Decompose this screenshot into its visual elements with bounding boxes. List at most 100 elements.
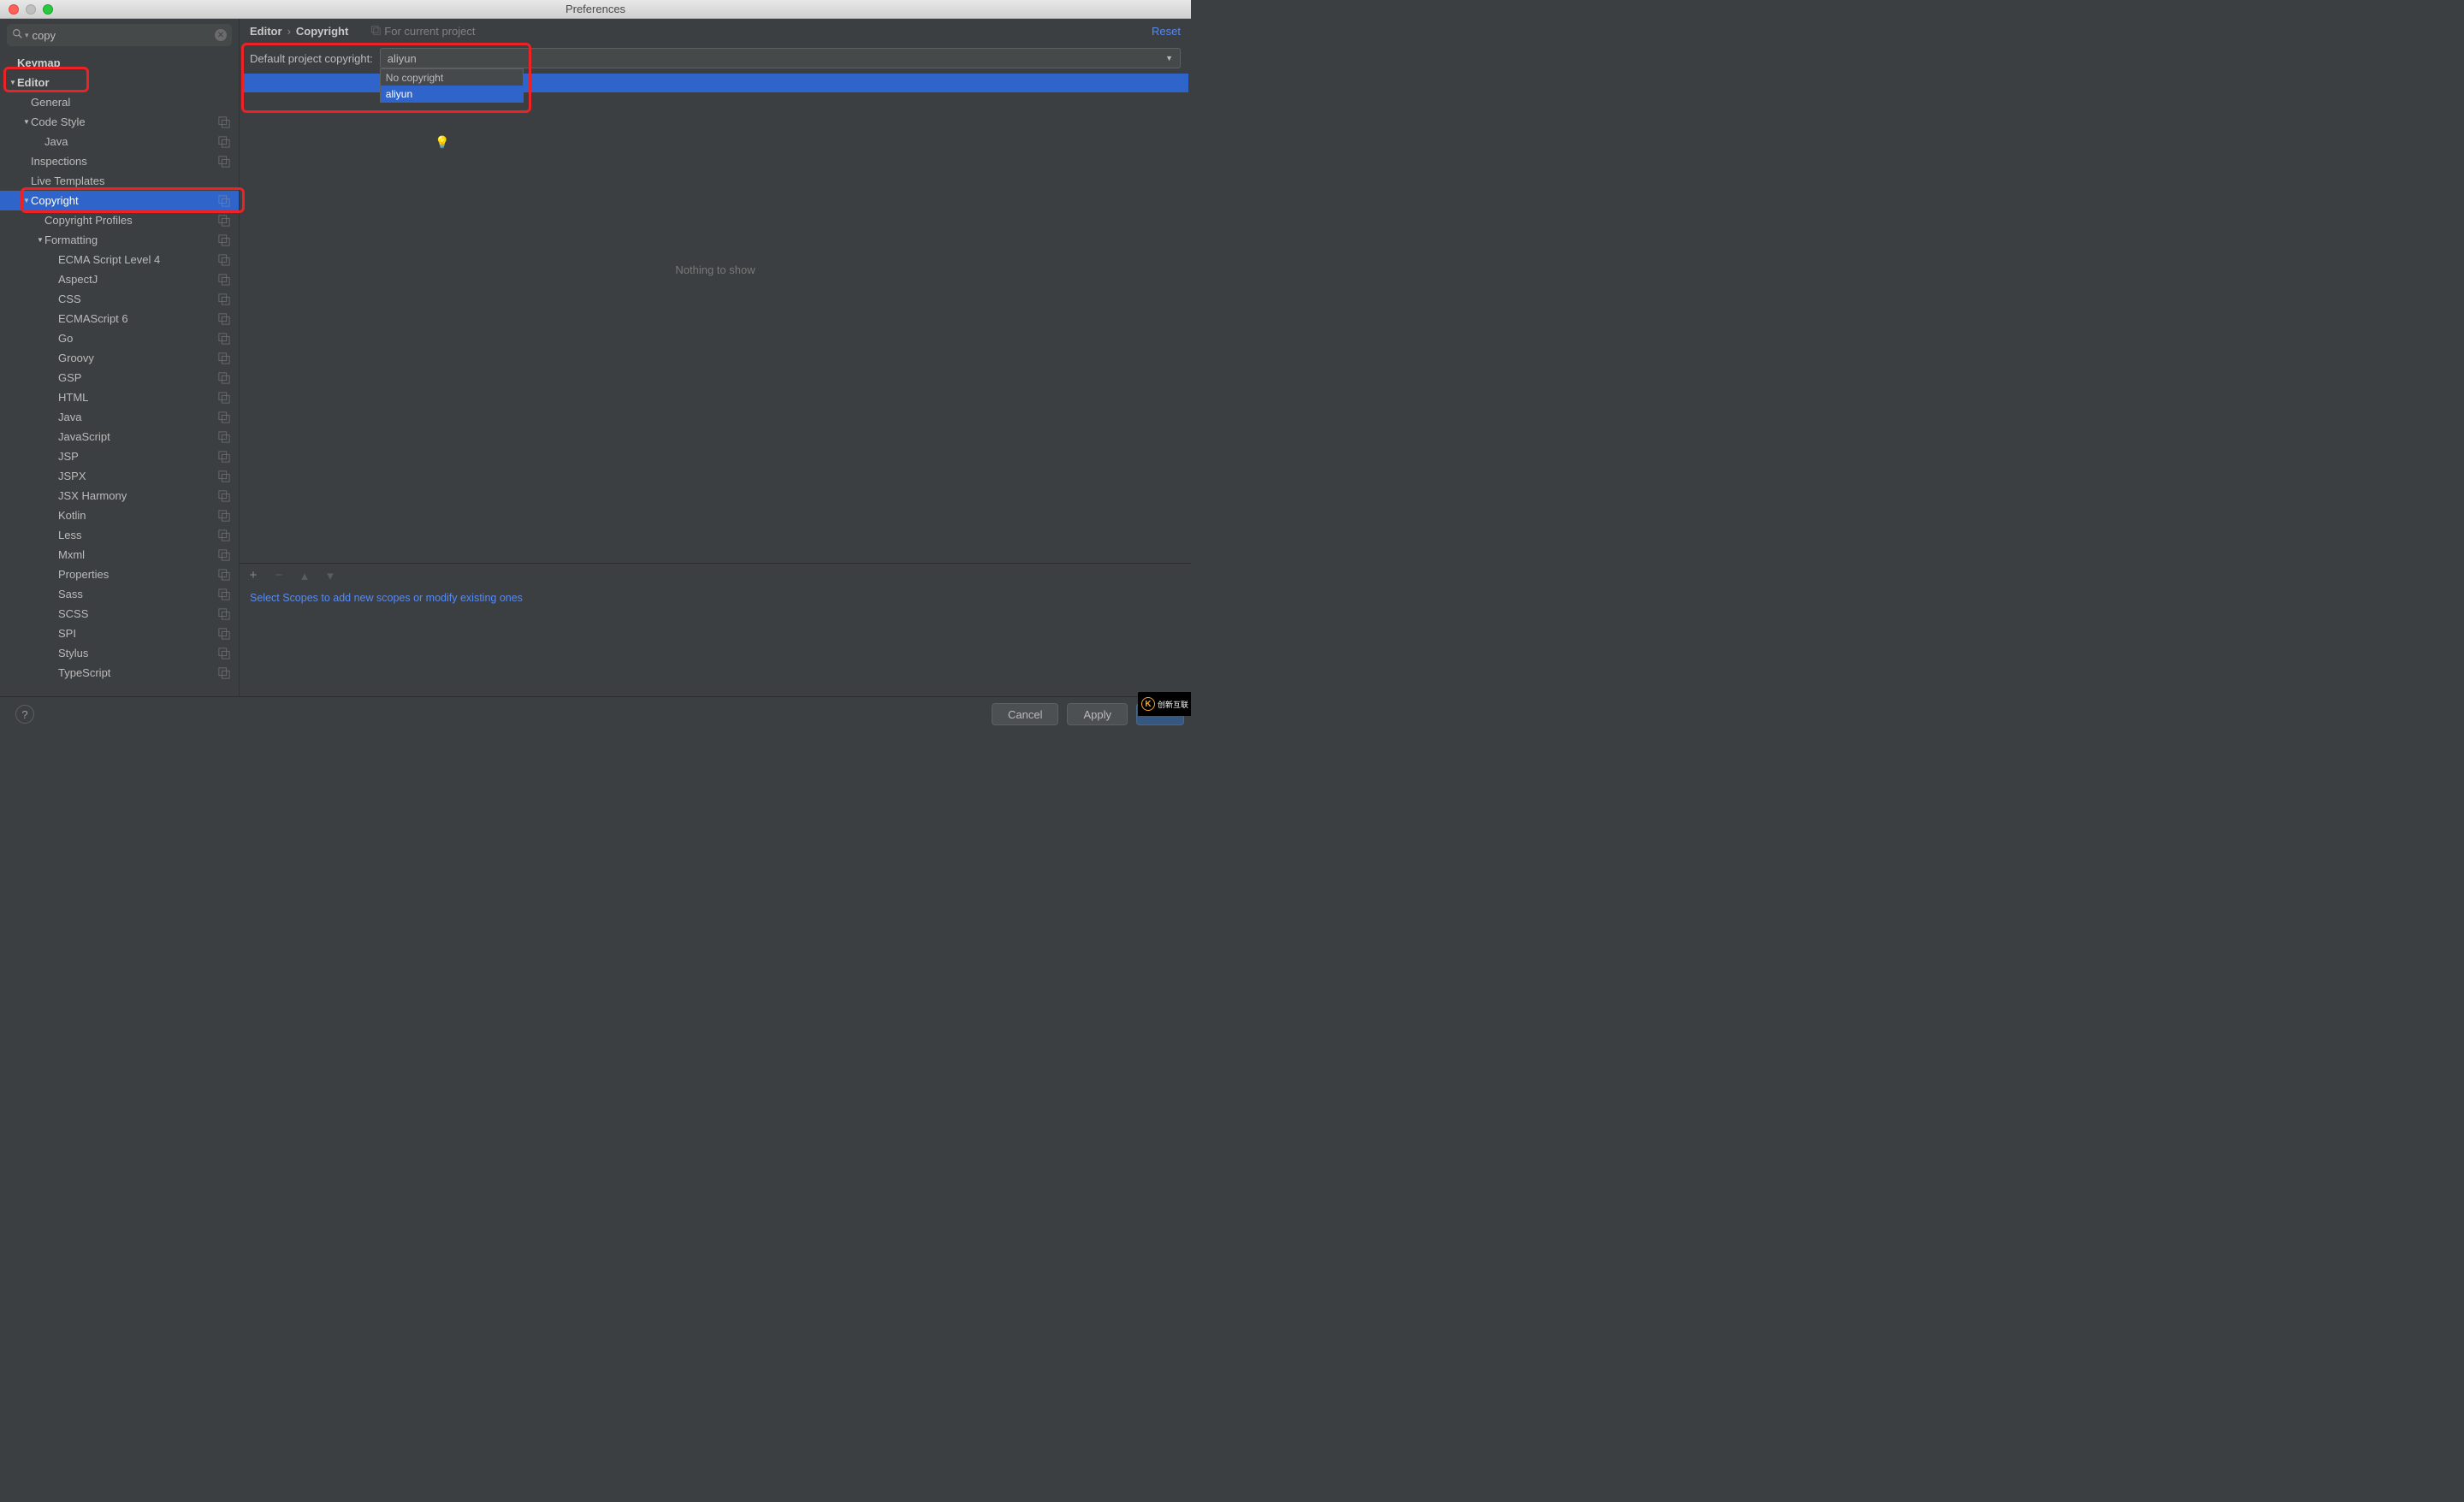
tree-item-java[interactable]: Java — [0, 132, 239, 151]
tree-label: Copyright — [31, 194, 218, 207]
default-copyright-row: Default project copyright: aliyun ▼ No c… — [240, 43, 1191, 74]
tree-label: Formatting — [44, 234, 218, 246]
project-scope-icon — [218, 372, 230, 384]
tree-label: SPI — [58, 627, 218, 640]
tree-item-spi[interactable]: SPI — [0, 624, 239, 643]
tree-item-aspectj[interactable]: AspectJ — [0, 269, 239, 289]
tree-label: JSX Harmony — [58, 489, 218, 502]
tree-label: SCSS — [58, 607, 218, 620]
tree-item-gsp[interactable]: GSP — [0, 368, 239, 387]
search-input[interactable]: ▾ copy ✕ — [7, 24, 232, 46]
breadcrumb-copyright[interactable]: Copyright — [296, 25, 348, 38]
tree-item-sass[interactable]: Sass — [0, 584, 239, 604]
remove-button: − — [272, 568, 286, 582]
tree-item-javascript[interactable]: JavaScript — [0, 427, 239, 446]
project-scope-icon — [218, 510, 230, 522]
tree-item-live-templates[interactable]: Live Templates — [0, 171, 239, 191]
tree-item-general[interactable]: General — [0, 92, 239, 112]
tree-item-keymap[interactable]: Keymap — [0, 53, 239, 73]
tree-item-stylus[interactable]: Stylus — [0, 643, 239, 663]
tree-item-typescript[interactable]: TypeScript — [0, 663, 239, 683]
tree-label: ECMA Script Level 4 — [58, 253, 218, 266]
preferences-sidebar: ▾ copy ✕ Keymap Editor General Code Style Ja… — [0, 19, 240, 696]
tree-item-kotlin[interactable]: Kotlin — [0, 506, 239, 525]
tree-label: Sass — [58, 588, 218, 600]
content-pane: Editor › Copyright For current project R… — [240, 19, 1191, 696]
tree-item-code-style[interactable]: Code Style — [0, 112, 239, 132]
dropdown-item-aliyun[interactable]: aliyun — [381, 86, 523, 102]
tree-label: Mxml — [58, 548, 218, 561]
project-scope-icon — [218, 333, 230, 345]
tree-item-groovy[interactable]: Groovy — [0, 348, 239, 368]
maximize-window-button[interactable] — [43, 4, 53, 15]
tree-label: Properties — [58, 568, 218, 581]
project-scope-icon — [218, 254, 230, 266]
breadcrumb: Editor › Copyright For current project R… — [240, 19, 1191, 43]
tree-label: Stylus — [58, 647, 218, 659]
select-scopes-link[interactable]: Select Scopes to add new scopes or modif… — [240, 587, 1191, 609]
search-text: copy — [29, 29, 215, 42]
watermark-badge-icon: K — [1141, 697, 1155, 711]
cancel-button[interactable]: Cancel — [992, 703, 1058, 725]
default-copyright-dropdown[interactable]: aliyun ▼ — [380, 48, 1181, 68]
tree-arrow-icon[interactable] — [22, 197, 31, 204]
tree-item-copyright-profiles[interactable]: Copyright Profiles — [0, 210, 239, 230]
tree-label: Java — [58, 411, 218, 423]
tree-arrow-icon[interactable] — [9, 79, 17, 86]
dropdown-selected-value: aliyun — [388, 52, 1165, 65]
tree-item-scss[interactable]: SCSS — [0, 604, 239, 624]
tree-arrow-icon[interactable] — [36, 236, 44, 244]
project-scope-icon — [218, 215, 230, 227]
tree-item-editor[interactable]: Editor — [0, 73, 239, 92]
project-scope-icon — [218, 588, 230, 600]
tree-item-jsx-harmony[interactable]: JSX Harmony — [0, 486, 239, 506]
dropdown-item-no-copyright[interactable]: No copyright — [381, 69, 523, 86]
reset-button[interactable]: Reset — [1152, 25, 1181, 38]
breadcrumb-separator: › — [287, 25, 291, 38]
window-title: Preferences — [566, 3, 625, 15]
tree-label: JSPX — [58, 470, 218, 482]
breadcrumb-editor[interactable]: Editor — [250, 25, 282, 38]
add-button[interactable]: + — [246, 568, 260, 582]
tree-label: General — [31, 96, 230, 109]
tree-label: Kotlin — [58, 509, 218, 522]
settings-tree[interactable]: Keymap Editor General Code Style Java Inspect… — [0, 51, 239, 696]
project-scope-icon — [218, 234, 230, 246]
tree-item-html[interactable]: HTML — [0, 387, 239, 407]
tree-item-go[interactable]: Go — [0, 328, 239, 348]
tree-item-jspx[interactable]: JSPX — [0, 466, 239, 486]
tree-label: HTML — [58, 391, 218, 404]
tree-item-copyright[interactable]: Copyright — [0, 191, 239, 210]
tree-item-inspections[interactable]: Inspections — [0, 151, 239, 171]
clear-search-button[interactable]: ✕ — [215, 29, 227, 41]
tree-item-java[interactable]: Java — [0, 407, 239, 427]
bulb-icon[interactable]: 💡 — [435, 135, 449, 150]
move-down-button: ▾ — [323, 568, 337, 583]
tree-label: JSP — [58, 450, 218, 463]
tree-item-formatting[interactable]: Formatting — [0, 230, 239, 250]
apply-button[interactable]: Apply — [1067, 703, 1128, 725]
list-toolbar: + − ▴ ▾ — [240, 563, 1191, 587]
tree-item-ecma-script-level-4[interactable]: ECMA Script Level 4 — [0, 250, 239, 269]
tree-arrow-icon[interactable] — [22, 118, 31, 126]
tree-label: Groovy — [58, 352, 218, 364]
chevron-down-icon: ▼ — [1165, 54, 1173, 62]
minimize-window-button[interactable] — [26, 4, 36, 15]
project-scope-icon — [218, 274, 230, 286]
tree-label: GSP — [58, 371, 218, 384]
tree-label: Keymap — [17, 56, 230, 69]
tree-label: CSS — [58, 293, 218, 305]
close-window-button[interactable] — [9, 4, 19, 15]
tree-item-mxml[interactable]: Mxml — [0, 545, 239, 565]
tree-item-less[interactable]: Less — [0, 525, 239, 545]
tree-item-jsp[interactable]: JSP — [0, 446, 239, 466]
tree-label: TypeScript — [58, 666, 218, 679]
tree-item-css[interactable]: CSS — [0, 289, 239, 309]
tree-item-properties[interactable]: Properties — [0, 565, 239, 584]
for-current-project-label: For current project — [370, 25, 475, 38]
tree-label: Java — [44, 135, 218, 148]
dialog-bottombar: ? Cancel Apply — [0, 696, 1191, 731]
tree-item-ecmascript-6[interactable]: ECMAScript 6 — [0, 309, 239, 328]
help-button[interactable]: ? — [15, 705, 34, 724]
tree-label: Inspections — [31, 155, 218, 168]
